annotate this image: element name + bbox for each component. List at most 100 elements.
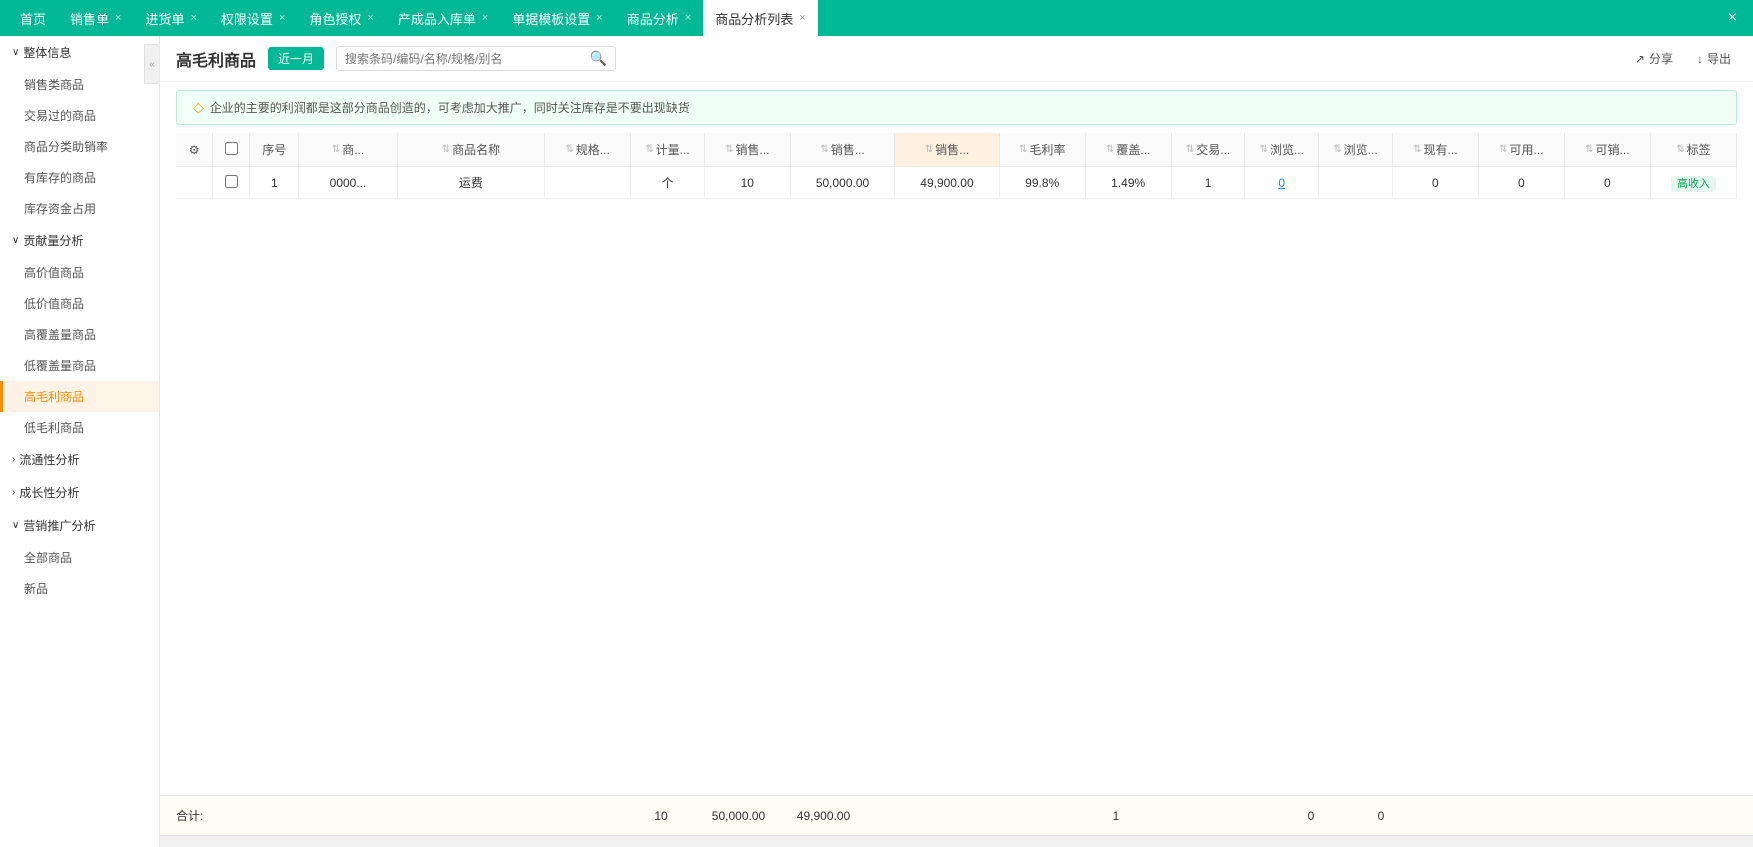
nav-close-sales[interactable]: × [115,12,121,24]
table-row: 1 0000... 运费 个 10 50,000.00 49,900.00 99… [176,167,1737,199]
footer-values: 10 50,000.00 49,900.00 1 0 0 [376,809,1737,823]
sidebar-item-stock-goods[interactable]: 有库存的商品 [0,162,159,193]
nav-item-analysis[interactable]: 商品分析 × [615,0,703,36]
row-browse1[interactable]: 0 [1245,167,1319,199]
period-button[interactable]: 近一月 [268,47,324,70]
th-browse1[interactable]: ⇅ 浏览... [1245,133,1319,167]
sidebar-group-contribution-header[interactable]: ∨ 贡献量分析 [0,224,159,257]
nav-item-roles[interactable]: 角色授权 × [297,0,385,36]
th-trade[interactable]: ⇅ 交易... [1171,133,1245,167]
th-index: 序号 [250,133,299,167]
sidebar-item-low-margin-label: 低毛利商品 [24,421,84,435]
nav-item-permissions[interactable]: 权限设置 × [209,0,297,36]
th-browse1-sort-icon: ⇅ [1260,144,1268,155]
sidebar-group-marketing-header[interactable]: ∨ 营销推广分析 [0,509,159,542]
share-button[interactable]: ↗ 分享 [1629,47,1679,70]
th-trade-label: 交易... [1196,141,1230,158]
sidebar-item-high-value-label: 高价值商品 [24,266,84,280]
th-available-stock[interactable]: ⇅ 可用... [1478,133,1564,167]
th-saleable[interactable]: ⇅ 可销... [1564,133,1650,167]
sidebar-group-overall-header[interactable]: ∨ 整体信息 [0,36,159,69]
search-icon[interactable]: 🔍 [590,50,607,67]
th-coverage[interactable]: ⇅ 覆盖... [1085,133,1171,167]
marketing-expand-icon: ∨ [12,520,19,531]
nav-close-templates[interactable]: × [596,12,602,24]
sidebar-item-category-rate-label: 商品分类助销率 [24,140,108,154]
sidebar-item-low-value[interactable]: 低价值商品 [0,288,159,319]
row-gross-rate: 99.8% [999,167,1085,199]
th-sales-qty-label: 销售... [736,141,770,158]
sidebar-group-contribution-label: 贡献量分析 [23,232,83,249]
sidebar-item-all-goods[interactable]: 全部商品 [0,542,159,573]
nav-close-analysis-list[interactable]: × [799,12,805,24]
th-settings[interactable]: ⚙ [176,133,213,167]
footer-empty2 [866,809,1086,823]
th-sales-cost[interactable]: ⇅ 销售... [895,133,999,167]
th-code[interactable]: ⇅ 商... [299,133,397,167]
row-available-stock: 0 [1478,167,1564,199]
sidebar-group-overall: ∨ 整体信息 销售类商品 交易过的商品 商品分类助销率 有库存的商品 库存资金占… [0,36,159,224]
sidebar-item-category-rate[interactable]: 商品分类助销率 [0,131,159,162]
sidebar-group-flow-header[interactable]: › 流通性分析 [0,443,159,476]
th-browse2[interactable]: ⇅ 浏览... [1319,133,1393,167]
row-sales-cost: 49,900.00 [895,167,999,199]
sidebar-group-overall-label: 整体信息 [23,44,71,61]
th-trade-sort-icon: ⇅ [1186,144,1194,155]
th-browse2-sort-icon: ⇅ [1333,144,1341,155]
sidebar-item-low-coverage[interactable]: 低覆盖量商品 [0,350,159,381]
nav-item-home[interactable]: 首页 [8,0,58,36]
th-sales-qty[interactable]: ⇅ 销售... [704,133,790,167]
th-tag-sort-icon: ⇅ [1676,144,1684,155]
th-unit[interactable]: ⇅ 计量... [631,133,705,167]
th-tag[interactable]: ⇅ 标签 [1650,133,1736,167]
th-tag-label: 标签 [1687,141,1711,158]
sidebar-item-stock-capital[interactable]: 库存资金占用 [0,193,159,224]
nav-item-purchase[interactable]: 进货单 × [133,0,208,36]
sidebar-item-high-value[interactable]: 高价值商品 [0,257,159,288]
nav-close-purchase[interactable]: × [190,12,196,24]
sidebar-item-low-coverage-label: 低覆盖量商品 [24,359,96,373]
th-current-stock-label: 现有... [1424,141,1458,158]
nav-close-analysis[interactable]: × [685,12,691,24]
nav-label-purchase: 进货单 [145,9,184,28]
row-checkbox[interactable] [213,167,250,199]
horizontal-scrollbar[interactable] [160,835,1753,847]
th-checkbox[interactable] [213,133,250,167]
content-area: 高毛利商品 近一月 🔍 ↗ 分享 ↓ 导出 ◇ 企业的主要的利润都是这部分商品创… [160,36,1753,847]
search-input[interactable] [345,52,590,66]
sidebar-item-high-coverage[interactable]: 高覆盖量商品 [0,319,159,350]
th-code-label: 商... [342,141,364,158]
sidebar-item-traded-goods[interactable]: 交易过的商品 [0,100,159,131]
nav-item-sales[interactable]: 销售单 × [58,0,133,36]
th-sales-amount[interactable]: ⇅ 销售... [790,133,894,167]
nav-item-products[interactable]: 产成品入库单 × [386,0,500,36]
sidebar-item-low-margin[interactable]: 低毛利商品 [0,412,159,443]
sidebar-toggle[interactable]: « [144,44,160,84]
nav-close-permissions[interactable]: × [279,12,285,24]
sidebar-item-new-goods[interactable]: 新品 [0,573,159,604]
export-button[interactable]: ↓ 导出 [1691,47,1737,70]
row-select-checkbox[interactable] [225,175,238,188]
nav-item-analysis-list[interactable]: 商品分析列表 × [703,0,817,36]
th-sales-cost-sort-icon: ⇅ [925,144,933,155]
nav-close-products[interactable]: × [482,12,488,24]
sidebar-item-all-goods-label: 全部商品 [24,551,72,565]
sidebar-item-low-value-label: 低价值商品 [24,297,84,311]
row-code: 0000... [299,167,397,199]
th-name-label: 商品名称 [452,141,500,158]
sidebar-item-high-margin[interactable]: 高毛利商品 [0,381,159,412]
footer-sales-cost: 49,900.00 [781,809,866,823]
window-close-icon[interactable]: × [1720,9,1745,27]
nav-close-roles[interactable]: × [367,12,373,24]
select-all-checkbox[interactable] [225,142,238,155]
th-spec[interactable]: ⇅ 规格... [545,133,631,167]
th-current-stock[interactable]: ⇅ 现有... [1392,133,1478,167]
top-navigation: 首页 销售单 × 进货单 × 权限设置 × 角色授权 × 产成品入库单 × 单据… [0,0,1753,36]
nav-item-templates[interactable]: 单据模板设置 × [500,0,614,36]
th-gross-rate[interactable]: ⇅ 毛利率 [999,133,1085,167]
header-actions: ↗ 分享 ↓ 导出 [1629,47,1737,70]
th-name[interactable]: ⇅ 商品名称 [397,133,544,167]
sidebar-item-sales-goods[interactable]: 销售类商品 [0,69,159,100]
sidebar-item-traded-goods-label: 交易过的商品 [24,109,96,123]
sidebar-group-growth-header[interactable]: › 成长性分析 [0,476,159,509]
